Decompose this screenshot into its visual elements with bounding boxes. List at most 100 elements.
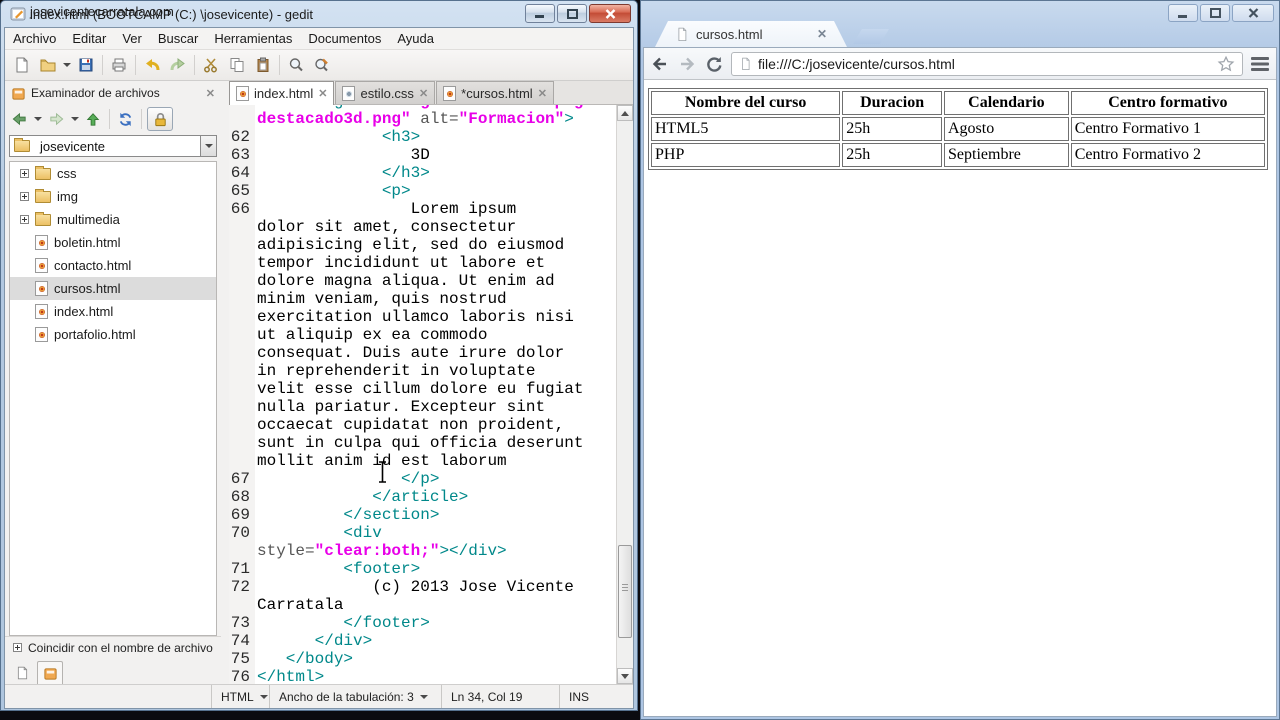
scroll-down-button[interactable] [617, 668, 633, 684]
main-toolbar [5, 50, 633, 81]
gedit-minimize-button[interactable] [525, 4, 555, 23]
redo-button[interactable] [165, 52, 191, 78]
address-bar[interactable]: file:///C:/josevicente/cursos.html [731, 51, 1243, 76]
paste-button[interactable] [250, 52, 276, 78]
documents-panel-tab[interactable] [9, 661, 35, 684]
forward-button[interactable] [677, 54, 697, 74]
tab-width-selector[interactable]: Ancho de la tabulación: 3 [269, 685, 441, 708]
file-browser-panel-tab[interactable] [37, 661, 63, 684]
chrome-titlebar[interactable]: cursos.html ✕ [643, 1, 1277, 47]
search-replace-button[interactable] [309, 52, 335, 78]
browser-tab[interactable]: cursos.html ✕ [655, 21, 847, 47]
menu-editar[interactable]: Editar [64, 28, 114, 50]
editor-tab-bar: index.html ✕ estilo.css ✕ *cursos.html ✕ [229, 81, 633, 105]
tree-item-multimedia[interactable]: multimedia [10, 208, 216, 231]
menu-buscar[interactable]: Buscar [150, 28, 206, 50]
back-button[interactable] [650, 54, 670, 74]
side-panel-title: Examinador de archivos [31, 86, 160, 100]
tab-index.html[interactable]: index.html ✕ [229, 81, 335, 105]
tree-item-img[interactable]: img [10, 185, 216, 208]
scrollbar-thumb[interactable] [618, 545, 632, 638]
menu-ver[interactable]: Ver [114, 28, 150, 50]
line-number [229, 434, 255, 452]
cut-button[interactable] [198, 52, 224, 78]
expander-icon[interactable] [20, 192, 29, 201]
save-button[interactable] [73, 52, 99, 78]
code-text: dolore magna aliqua. Ut enim ad [257, 272, 555, 290]
language-mode-selector[interactable]: HTML [211, 685, 269, 708]
code-line: minim veniam, quis nostrud [229, 290, 616, 308]
reload-button[interactable] [704, 54, 724, 74]
code-text: </h3> [257, 164, 430, 182]
menu-archivo[interactable]: Archivo [5, 28, 64, 50]
bookmark-star-icon[interactable] [1217, 55, 1235, 73]
gedit-maximize-button[interactable] [557, 4, 587, 23]
close-tab-icon[interactable]: ✕ [318, 87, 327, 100]
search-button[interactable] [283, 52, 309, 78]
folder-icon [14, 138, 30, 152]
code-line: dolor sit amet, consectetur [229, 218, 616, 236]
close-tab-icon[interactable]: ✕ [817, 27, 827, 41]
tree-item-boletin.html[interactable]: boletin.html [10, 231, 216, 254]
chrome-close-button[interactable] [1232, 4, 1274, 22]
copy-button[interactable] [224, 52, 250, 78]
fb-up-button[interactable] [83, 108, 104, 130]
code-line: 67 </p> [229, 470, 616, 488]
open-file-dropdown[interactable] [61, 52, 73, 78]
panel-splitter[interactable] [221, 81, 229, 684]
menu-hamburger-icon[interactable] [1250, 56, 1270, 72]
code-area[interactable]: <img src="img/destacado3d.png"destacado3… [229, 105, 616, 684]
tree-item-portafolio.html[interactable]: portafolio.html [10, 323, 216, 346]
close-tab-icon[interactable]: ✕ [419, 87, 428, 100]
expander-icon[interactable] [20, 215, 29, 224]
close-panel-icon[interactable]: ✕ [206, 87, 215, 100]
tree-item-contacto.html[interactable]: contacto.html [10, 254, 216, 277]
editor-scrollbar[interactable] [616, 105, 633, 684]
courses-table-body: HTML5 25h Agosto Centro Formativo 1 PHP 25h Se… [651, 117, 1265, 167]
expander-icon[interactable] [13, 643, 22, 652]
table-cell: Septiembre [944, 143, 1069, 167]
code-line: nulla pariatur. Excepteur sint [229, 398, 616, 416]
toolbar-separator [194, 55, 195, 75]
fb-back-button[interactable] [9, 108, 30, 130]
tree-item-css[interactable]: css [10, 162, 216, 185]
line-number: 73 [229, 614, 255, 632]
line-number [229, 416, 255, 434]
menu-ayuda[interactable]: Ayuda [389, 28, 442, 50]
code-text: exercitation ullamco laboris nisi [257, 308, 574, 326]
tab-cursos.html[interactable]: *cursos.html ✕ [436, 81, 554, 104]
code-line: velit esse cillum dolore eu fugiat [229, 380, 616, 398]
chrome-minimize-button[interactable] [1168, 4, 1198, 22]
menu-herramientas[interactable]: Herramientas [206, 28, 300, 50]
gedit-close-button[interactable] [589, 4, 631, 23]
tab-width-label: Ancho de la tabulación: 3 [279, 689, 414, 704]
fb-back-dropdown[interactable] [32, 108, 44, 130]
print-button[interactable] [106, 52, 132, 78]
menu-documentos[interactable]: Documentos [300, 28, 389, 50]
code-line: exercitation ullamco laboris nisi [229, 308, 616, 326]
expander-icon[interactable] [20, 169, 29, 178]
tree-item-label: boletin.html [54, 235, 121, 250]
tab-estilo.css[interactable]: estilo.css ✕ [335, 81, 436, 104]
toolbar-separator [102, 55, 103, 75]
fb-lock-button[interactable] [147, 107, 173, 131]
code-text: style="clear:both;"></div> [257, 542, 507, 560]
tree-item-index.html[interactable]: index.html [10, 300, 216, 323]
close-icon [1248, 8, 1258, 18]
scroll-up-button[interactable] [617, 105, 633, 121]
gedit-titlebar[interactable]: josevicentecarratala.com index.html (BOO… [4, 1, 634, 27]
new-tab-button[interactable] [853, 29, 889, 44]
location-combobox[interactable]: josevicente [9, 135, 217, 157]
close-tab-icon[interactable]: ✕ [538, 87, 547, 100]
fb-forward-dropdown[interactable] [69, 108, 81, 130]
tree-item-cursos.html[interactable]: cursos.html [10, 277, 216, 300]
triangle-down-icon [621, 673, 629, 679]
lock-icon [154, 112, 166, 126]
location-dropdown-button[interactable] [200, 136, 216, 156]
open-file-button[interactable] [35, 52, 61, 78]
fb-forward-button[interactable] [46, 108, 67, 130]
undo-button[interactable] [139, 52, 165, 78]
chrome-maximize-button[interactable] [1200, 4, 1230, 22]
new-document-button[interactable] [9, 52, 35, 78]
fb-refresh-button[interactable] [115, 108, 136, 130]
